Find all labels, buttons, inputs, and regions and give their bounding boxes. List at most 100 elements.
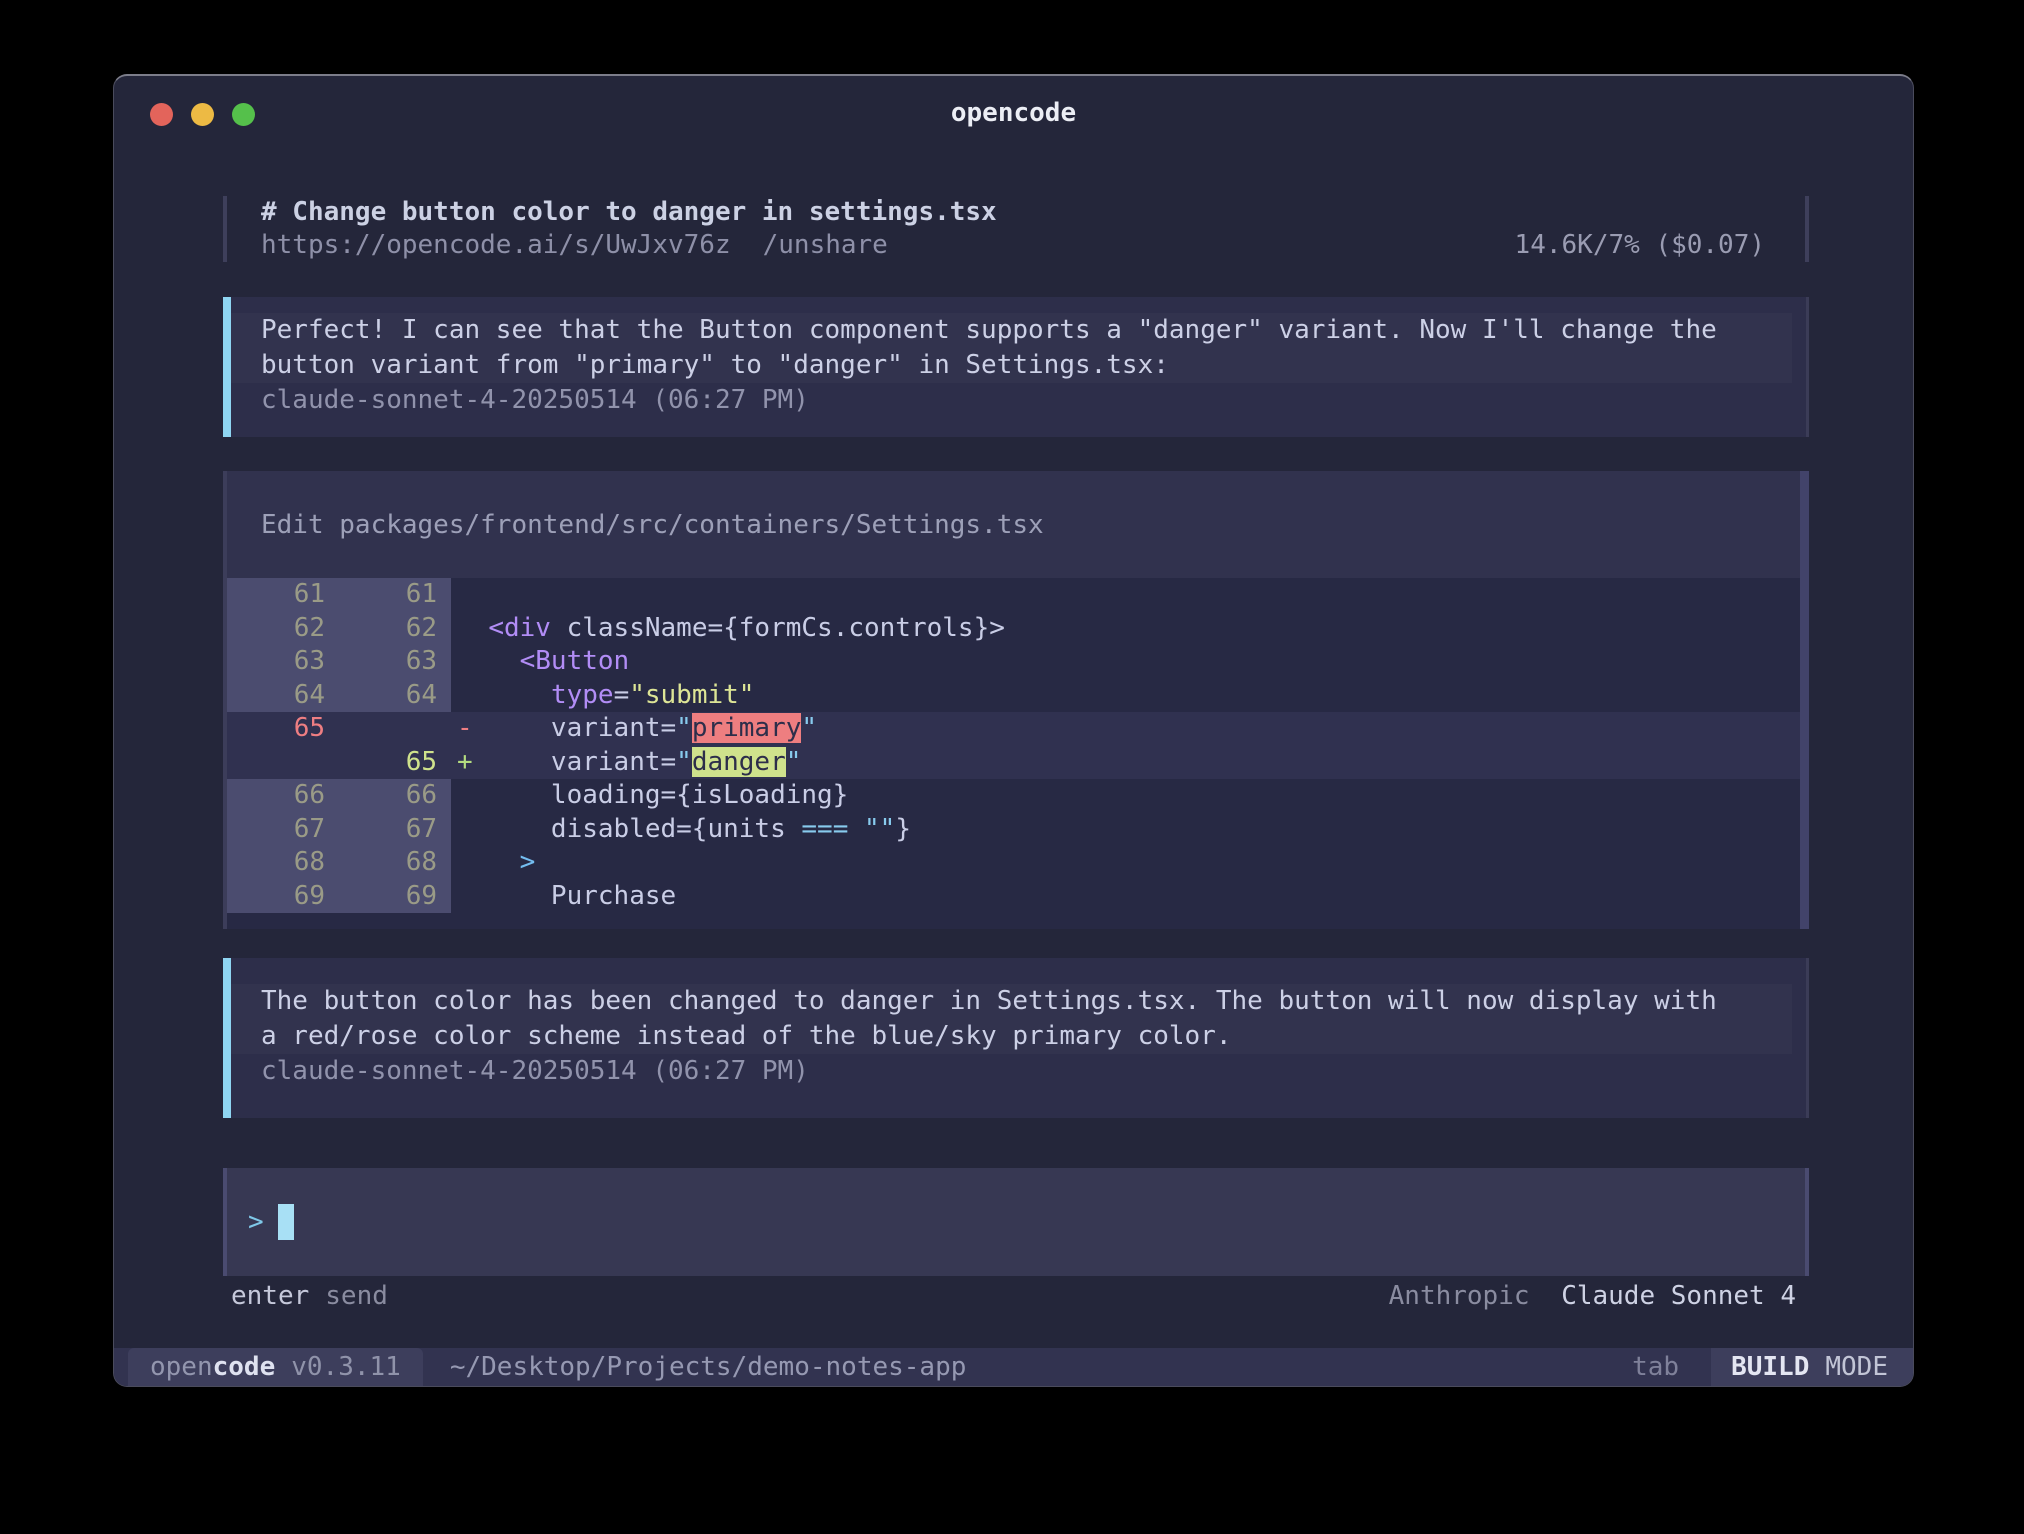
share-url-link[interactable]: https://opencode.ai/s/UwJxv76z: [261, 229, 731, 262]
diff-marker: [457, 646, 488, 676]
code-segment: danger: [692, 747, 786, 777]
text-cursor: [278, 1204, 294, 1240]
spacer: [114, 1314, 1913, 1348]
status-bar-right: tab BUILD MODE: [1632, 1348, 1913, 1386]
code-segment: "submit": [629, 680, 754, 710]
diff-marker: [457, 613, 488, 643]
old-line-number: 0: [227, 746, 339, 780]
code-segment: type: [551, 680, 614, 710]
diff-code-line: type="submit": [451, 679, 754, 713]
assistant-message: The button color has been changed to dan…: [223, 958, 1809, 1118]
app-version: v0.3.11: [291, 1352, 401, 1382]
message-text: The button color has been changed to dan…: [231, 984, 1792, 1054]
diff-marker: [457, 579, 488, 609]
diff-row: 6161: [227, 578, 1809, 612]
diff-marker: +: [457, 747, 488, 777]
build-mode-chip: BUILD MODE: [1711, 1348, 1913, 1386]
diff-code-line: <div className={formCs.controls}>: [451, 612, 1005, 646]
new-line-number: 62: [339, 612, 451, 646]
code-segment: ": [676, 747, 692, 777]
diff-file-title: Edit packages/frontend/src/containers/Se…: [227, 471, 1809, 578]
diff-row: 6464 type="submit": [227, 679, 1809, 713]
titlebar: opencode: [114, 76, 1913, 196]
unshare-command[interactable]: /unshare: [763, 229, 888, 262]
diff-marker: [457, 680, 488, 710]
diff-row: 6363 <Button: [227, 645, 1809, 679]
old-line-number: 61: [227, 578, 339, 612]
brand-code: code: [213, 1352, 276, 1382]
model-indicator: Anthropic Claude Sonnet 4: [1389, 1281, 1796, 1311]
diff-code-line: >: [451, 846, 535, 880]
diff-code-line: <Button: [451, 645, 629, 679]
status-bar: opencode v0.3.11 ~/Desktop/Projects/demo…: [114, 1348, 1913, 1386]
code-segment: [848, 814, 864, 844]
brand-open: open: [150, 1352, 213, 1382]
send-action-hint: send: [325, 1281, 388, 1311]
new-line-number: 66: [339, 779, 451, 813]
code-segment: loading={isLoading}: [488, 780, 848, 810]
code-segment: className={formCs.controls}>: [551, 613, 1005, 643]
new-line-number: 0: [339, 712, 451, 746]
token-usage-stats: 14.6K/7% ($0.07): [1515, 229, 1765, 262]
code-segment: primary: [692, 713, 802, 743]
model-name: Claude Sonnet 4: [1561, 1281, 1796, 1311]
diff-row: 6262 <div className={formCs.controls}>: [227, 612, 1809, 646]
model-timestamp: claude-sonnet-4-20250514 (06:27 PM): [231, 1054, 1806, 1089]
code-segment: ": [786, 747, 802, 777]
new-line-number: 63: [339, 645, 451, 679]
opencode-window: opencode # Change button color to danger…: [113, 74, 1914, 1387]
scrollbar-thumb[interactable]: [1800, 471, 1809, 929]
old-line-number: 62: [227, 612, 339, 646]
mode-label-build: BUILD: [1731, 1352, 1809, 1382]
prompt-input[interactable]: >: [223, 1168, 1809, 1276]
working-directory: ~/Desktop/Projects/demo-notes-app: [450, 1348, 967, 1386]
code-segment: ": [676, 713, 692, 743]
new-line-number: 68: [339, 846, 451, 880]
code-segment: variant=: [488, 747, 676, 777]
message-line: The button color has been changed to dan…: [261, 984, 1792, 1019]
code-segment: disabled={units: [488, 814, 801, 844]
new-line-number: 65: [339, 746, 451, 780]
diff-marker: [457, 780, 488, 810]
session-subtitle-row: https://opencode.ai/s/UwJxv76z /unshare …: [261, 229, 1765, 262]
diff-code-line: + variant="danger": [451, 746, 801, 780]
code-segment: [488, 680, 551, 710]
code-segment: <div: [488, 613, 551, 643]
code-segment: ": [801, 713, 817, 743]
session-header: # Change button color to danger in setti…: [223, 196, 1809, 262]
old-line-number: 69: [227, 880, 339, 914]
app-version-chip: opencode v0.3.11: [128, 1348, 423, 1386]
code-segment: Purchase: [488, 881, 676, 911]
diff-rows: 6161 6262 <div className={formCs.control…: [227, 578, 1809, 913]
diff-marker: -: [457, 713, 488, 743]
old-line-number: 68: [227, 846, 339, 880]
diff-row: 065+ variant="danger": [227, 746, 1809, 780]
diff-code-line: disabled={units === ""}: [451, 813, 911, 847]
diff-marker: [457, 814, 488, 844]
diff-row: 6666 loading={isLoading}: [227, 779, 1809, 813]
diff-code-line: loading={isLoading}: [451, 779, 848, 813]
enter-key-hint: enter: [231, 1281, 309, 1311]
old-line-number: 65: [227, 712, 339, 746]
tab-key-hint[interactable]: tab: [1632, 1348, 1679, 1386]
old-line-number: 63: [227, 645, 339, 679]
diff-row: 6969 Purchase: [227, 880, 1809, 914]
diff-code-line: - variant="primary": [451, 712, 817, 746]
message-line: button variant from "primary" to "danger…: [261, 348, 1792, 383]
diff-code-line: [451, 578, 488, 612]
edit-diff-block: Edit packages/frontend/src/containers/Se…: [223, 471, 1809, 929]
message-text: Perfect! I can see that the Button compo…: [231, 313, 1792, 383]
message-line: a red/rose color scheme instead of the b…: [261, 1019, 1792, 1054]
diff-code-line: Purchase: [451, 880, 676, 914]
old-line-number: 66: [227, 779, 339, 813]
code-segment: }: [895, 814, 911, 844]
diff-row: 6868 >: [227, 846, 1809, 880]
provider-name: Anthropic: [1389, 1281, 1530, 1311]
model-timestamp: claude-sonnet-4-20250514 (06:27 PM): [231, 383, 1806, 418]
old-line-number: 67: [227, 813, 339, 847]
window-title: opencode: [114, 98, 1913, 128]
code-segment: [488, 847, 519, 877]
new-line-number: 69: [339, 880, 451, 914]
session-title: # Change button color to danger in setti…: [261, 196, 1765, 229]
assistant-message: Perfect! I can see that the Button compo…: [223, 297, 1809, 437]
